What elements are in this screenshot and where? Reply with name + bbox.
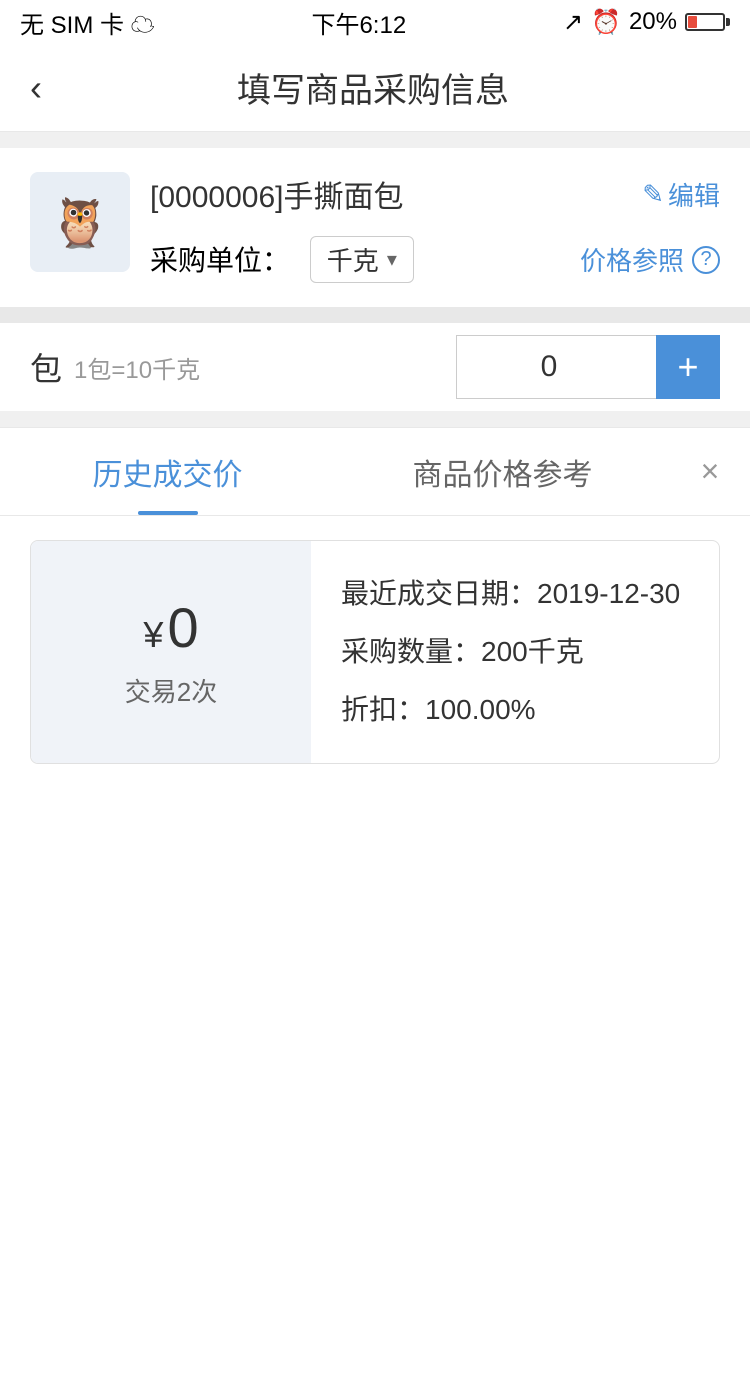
status-right: ↗ ⏰ 20% <box>563 8 730 37</box>
price-right: 最近成交日期：2019-12-30 采购数量：200千克 折扣：100.00% <box>311 541 719 763</box>
purchase-qty-row: 采购数量：200千克 <box>341 631 689 673</box>
recent-date-value: 2019-12-30 <box>537 578 680 609</box>
status-left: 无 SIM 卡 ☁ <box>20 5 155 40</box>
alarm-icon: ⏰ <box>591 8 621 37</box>
discount-row: 折扣：100.00% <box>341 689 689 731</box>
unit-char: 包 <box>30 344 62 390</box>
purchase-qty-label: 采购数量： <box>341 636 481 667</box>
product-section: 🦉 [0000006]手撕面包 ✎ 编辑 采购单位： 千克 ▾ <box>0 148 750 307</box>
discount-value: 100.00% <box>425 694 536 725</box>
product-thumbnail: 🦉 <box>30 172 130 272</box>
battery-icon <box>685 13 730 31</box>
bottom-fill <box>0 788 750 1388</box>
battery-percent: 20% <box>629 8 677 36</box>
price-ref-button[interactable]: 价格参照 ? <box>580 241 720 278</box>
sim-status: 无 SIM 卡 ☁ <box>20 5 155 40</box>
status-time: 下午6:12 <box>311 5 406 40</box>
price-value: 0 <box>167 596 198 659</box>
plus-button[interactable]: + <box>656 335 720 399</box>
quantity-label: 包 1包=10千克 <box>30 344 200 390</box>
product-name-row: [0000006]手撕面包 ✎ 编辑 <box>150 172 720 216</box>
back-button[interactable]: ‹ <box>30 67 62 109</box>
quantity-section: 包 1包=10千克 + <box>0 323 750 411</box>
edit-icon: ✎ <box>642 179 664 210</box>
header: ‹ 填写商品采购信息 <box>0 44 750 132</box>
quantity-input-wrapper: + <box>456 335 720 399</box>
status-bar: 无 SIM 卡 ☁ 下午6:12 ↗ ⏰ 20% <box>0 0 750 44</box>
tabs-header: 历史成交价 商品价格参考 × <box>0 428 750 516</box>
price-left: ¥0 交易2次 <box>31 541 311 763</box>
recent-date-row: 最近成交日期：2019-12-30 <box>341 573 689 615</box>
trade-count: 交易2次 <box>125 672 217 709</box>
page-title: 填写商品采购信息 <box>62 63 684 112</box>
purchase-unit-left: 采购单位： 千克 ▾ <box>150 236 414 283</box>
tabs-section: 历史成交价 商品价格参考 × ¥0 交易2次 最近成交日期：2019-12-30… <box>0 427 750 788</box>
purchase-unit-row: 采购单位： 千克 ▾ 价格参照 ? <box>150 236 720 307</box>
unit-label: 采购单位： <box>150 245 290 276</box>
product-info: [0000006]手撕面包 ✎ 编辑 采购单位： 千克 ▾ 价格参照 ? <box>150 172 720 307</box>
product-row: 🦉 [0000006]手撕面包 ✎ 编辑 采购单位： 千克 ▾ <box>30 172 720 307</box>
quantity-input[interactable] <box>456 335 656 399</box>
currency-symbol: ¥ <box>143 614 163 655</box>
unit-value: 千克 <box>327 241 379 278</box>
purchase-qty-value: 200千克 <box>481 636 584 667</box>
unit-equality: 1包=10千克 <box>74 350 200 385</box>
edit-label: 编辑 <box>668 176 720 213</box>
price-ref-label: 价格参照 <box>580 241 684 278</box>
recent-date-label: 最近成交日期： <box>341 578 537 609</box>
tab-product-price-ref[interactable]: 商品价格参考 <box>335 428 670 515</box>
price-card: ¥0 交易2次 最近成交日期：2019-12-30 采购数量：200千克 折扣：… <box>30 540 720 764</box>
tab-history-price[interactable]: 历史成交价 <box>0 428 335 515</box>
location-icon: ↗ <box>563 8 583 37</box>
section-divider <box>0 307 750 323</box>
product-name: [0000006]手撕面包 <box>150 172 403 216</box>
price-amount: ¥0 <box>143 595 198 660</box>
discount-label: 折扣： <box>341 694 425 725</box>
tabs-close-button[interactable]: × <box>670 428 750 515</box>
unit-select[interactable]: 千克 ▾ <box>310 236 414 283</box>
price-card-container: ¥0 交易2次 最近成交日期：2019-12-30 采购数量：200千克 折扣：… <box>0 516 750 788</box>
unit-arrow-icon: ▾ <box>387 247 397 272</box>
product-logo-icon: 🦉 <box>50 194 110 251</box>
edit-button[interactable]: ✎ 编辑 <box>642 176 720 213</box>
info-icon: ? <box>692 246 720 274</box>
